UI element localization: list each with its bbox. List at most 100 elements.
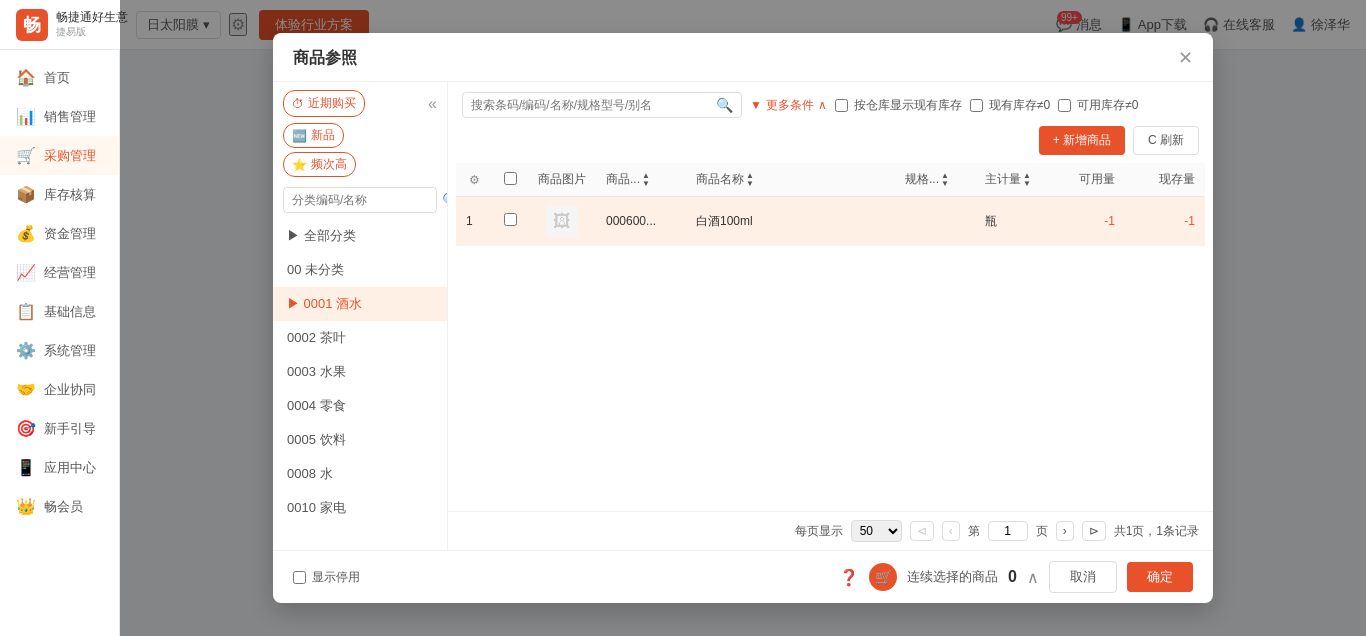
- sidebar-apps-label: 应用中心: [44, 459, 96, 477]
- filter-icon: ▼: [750, 98, 762, 112]
- row-number: 1: [466, 214, 473, 228]
- table-header: ⚙ 商品图片: [456, 163, 1205, 197]
- available-stock-input[interactable]: [970, 99, 983, 112]
- product-name: 白酒100ml: [696, 214, 753, 228]
- new-product-icon: 🆕: [292, 129, 307, 143]
- sidebar-item-vip[interactable]: 👑 畅会员: [0, 487, 119, 526]
- sales-icon: 📊: [16, 107, 36, 126]
- modal-overlay: 商品参照 ✕ ⏱ 近期购买 «: [120, 0, 1366, 636]
- sidebar-operations-label: 经营管理: [44, 264, 96, 282]
- selected-count: 0: [1008, 568, 1017, 586]
- warehouse-checkbox-input[interactable]: [835, 99, 848, 112]
- inventory-icon: 📦: [16, 185, 36, 204]
- sidebar-home-label: 首页: [44, 69, 70, 87]
- cat-item-tea[interactable]: 0002 茶叶: [273, 321, 447, 355]
- th-name-label: 商品名称: [696, 171, 744, 188]
- th-name: 商品名称 ▲▼: [686, 163, 895, 197]
- product-table-container: ⚙ 商品图片: [448, 163, 1213, 511]
- purchase-icon: 🛒: [16, 146, 36, 165]
- main-area: 商品参照 ✕ ⏱ 近期购买 «: [120, 50, 1366, 636]
- sidebar-guide-label: 新手引导: [44, 420, 96, 438]
- show-disabled-checkbox[interactable]: [293, 571, 306, 584]
- main-layout: 🏠 首页 📊 销售管理 🛒 采购管理 📦 库存核算 💰 资金管理 📈 经营管理 …: [0, 50, 1366, 636]
- th-name-sort[interactable]: 商品名称 ▲▼: [696, 171, 754, 188]
- uncategorized-label: 00 未分类: [287, 261, 344, 279]
- th-available-label: 可用量: [1079, 172, 1115, 186]
- cell-name: 白酒100ml: [686, 197, 895, 246]
- sidebar-item-system[interactable]: ⚙️ 系统管理: [0, 331, 119, 370]
- sidebar-item-purchase[interactable]: 🛒 采购管理: [0, 136, 119, 175]
- category-tabs: ⏱ 近期购买 «: [273, 82, 447, 121]
- warehouse-display-checkbox[interactable]: 按仓库显示现有库存: [835, 97, 962, 114]
- product-search-input[interactable]: [471, 98, 716, 112]
- product-table: ⚙ 商品图片: [456, 163, 1205, 246]
- more-filters-button[interactable]: ▼ 更多条件 ∧: [750, 97, 827, 114]
- sidebar-item-inventory[interactable]: 📦 库存核算: [0, 175, 119, 214]
- first-page-button[interactable]: ⊲: [910, 521, 934, 541]
- sidebar-item-enterprise[interactable]: 🤝 企业协同: [0, 370, 119, 409]
- cat-item-snack[interactable]: 0004 零食: [273, 389, 447, 423]
- category-search-input[interactable]: [292, 193, 442, 207]
- system-icon: ⚙️: [16, 341, 36, 360]
- row-checkbox[interactable]: [504, 213, 517, 226]
- tab-new-product[interactable]: 🆕 新品: [283, 123, 344, 148]
- usable-stock-input[interactable]: [1058, 99, 1071, 112]
- sidebar-item-finance[interactable]: 💰 资金管理: [0, 214, 119, 253]
- next-page-button[interactable]: ›: [1056, 521, 1074, 541]
- th-code-sort[interactable]: 商品... ▲▼: [606, 171, 650, 188]
- confirm-button[interactable]: 确定: [1127, 562, 1193, 592]
- last-page-button[interactable]: ⊳: [1082, 521, 1106, 541]
- cart-icon-button[interactable]: 🛒: [869, 563, 897, 591]
- sort-arrows-unit: ▲▼: [1023, 172, 1031, 188]
- show-disabled-label[interactable]: 显示停用: [293, 569, 360, 586]
- cat-item-all[interactable]: ▶ 全部分类: [273, 219, 447, 253]
- enterprise-icon: 🤝: [16, 380, 36, 399]
- cat-item-uncategorized[interactable]: 00 未分类: [273, 253, 447, 287]
- sidebar-item-apps[interactable]: 📱 应用中心: [0, 448, 119, 487]
- pagination-area: 每页显示 50 100 200 ⊲ ‹ 第 页 ›: [448, 511, 1213, 550]
- sidebar-item-operations[interactable]: 📈 经营管理: [0, 253, 119, 292]
- sidebar-item-basics[interactable]: 📋 基础信息: [0, 292, 119, 331]
- cat-item-appliance[interactable]: 0010 家电: [273, 491, 447, 525]
- vip-icon: 👑: [16, 497, 36, 516]
- toolbar-right: + 新增商品 C 刷新: [1039, 126, 1199, 155]
- th-unit-sort[interactable]: 主计量 ▲▼: [985, 171, 1031, 188]
- cat-item-liquor[interactable]: ▶ 0001 酒水: [273, 287, 447, 321]
- table-row[interactable]: 1 🖼: [456, 197, 1205, 246]
- th-settings[interactable]: ⚙: [456, 163, 492, 197]
- tab-new-label: 新品: [311, 127, 335, 144]
- add-product-button[interactable]: + 新增商品: [1039, 126, 1125, 155]
- usable-stock-checkbox[interactable]: 可用库存≠0: [1058, 97, 1138, 114]
- cell-check[interactable]: [492, 197, 528, 246]
- modal-close-button[interactable]: ✕: [1178, 47, 1193, 69]
- th-image-sort[interactable]: 商品图片: [538, 171, 586, 188]
- cat-item-fruit[interactable]: 0003 水果: [273, 355, 447, 389]
- select-all-checkbox[interactable]: [504, 172, 517, 185]
- sort-arrows-code: ▲▼: [642, 172, 650, 188]
- sidebar-item-guide[interactable]: 🎯 新手引导: [0, 409, 119, 448]
- tab-frequent[interactable]: ⭐ 频次高: [283, 152, 356, 177]
- page-label: 第: [968, 523, 980, 540]
- product-search-icon[interactable]: 🔍: [716, 97, 733, 113]
- usable-stock-label: 可用库存≠0: [1077, 97, 1138, 114]
- cancel-button[interactable]: 取消: [1049, 561, 1117, 593]
- help-icon[interactable]: ❓: [839, 568, 859, 587]
- app-sub: 捷易版: [56, 25, 128, 39]
- tab-recent-purchase[interactable]: ⏱ 近期购买: [283, 90, 365, 117]
- guide-icon: 🎯: [16, 419, 36, 438]
- cat-item-water[interactable]: 0008 水: [273, 457, 447, 491]
- th-spec-sort[interactable]: 规格... ▲▼: [905, 171, 949, 188]
- modal-body: ⏱ 近期购买 « 🆕 新品 ⭐ 频次高: [273, 82, 1213, 550]
- prev-page-button[interactable]: ‹: [942, 521, 960, 541]
- footer-collapse-button[interactable]: ∧: [1027, 568, 1039, 587]
- sort-arrows-spec: ▲▼: [941, 172, 949, 188]
- available-stock-checkbox[interactable]: 现有库存≠0: [970, 97, 1050, 114]
- per-page-select[interactable]: 50 100 200: [851, 520, 902, 542]
- sidebar-item-sales[interactable]: 📊 销售管理: [0, 97, 119, 136]
- cat-item-beverage[interactable]: 0005 饮料: [273, 423, 447, 457]
- page-number-input[interactable]: [988, 521, 1028, 541]
- panel-collapse-button[interactable]: «: [428, 95, 437, 113]
- sidebar-item-home[interactable]: 🏠 首页: [0, 58, 119, 97]
- refresh-button[interactable]: C 刷新: [1133, 126, 1199, 155]
- sort-arrows-name: ▲▼: [746, 172, 754, 188]
